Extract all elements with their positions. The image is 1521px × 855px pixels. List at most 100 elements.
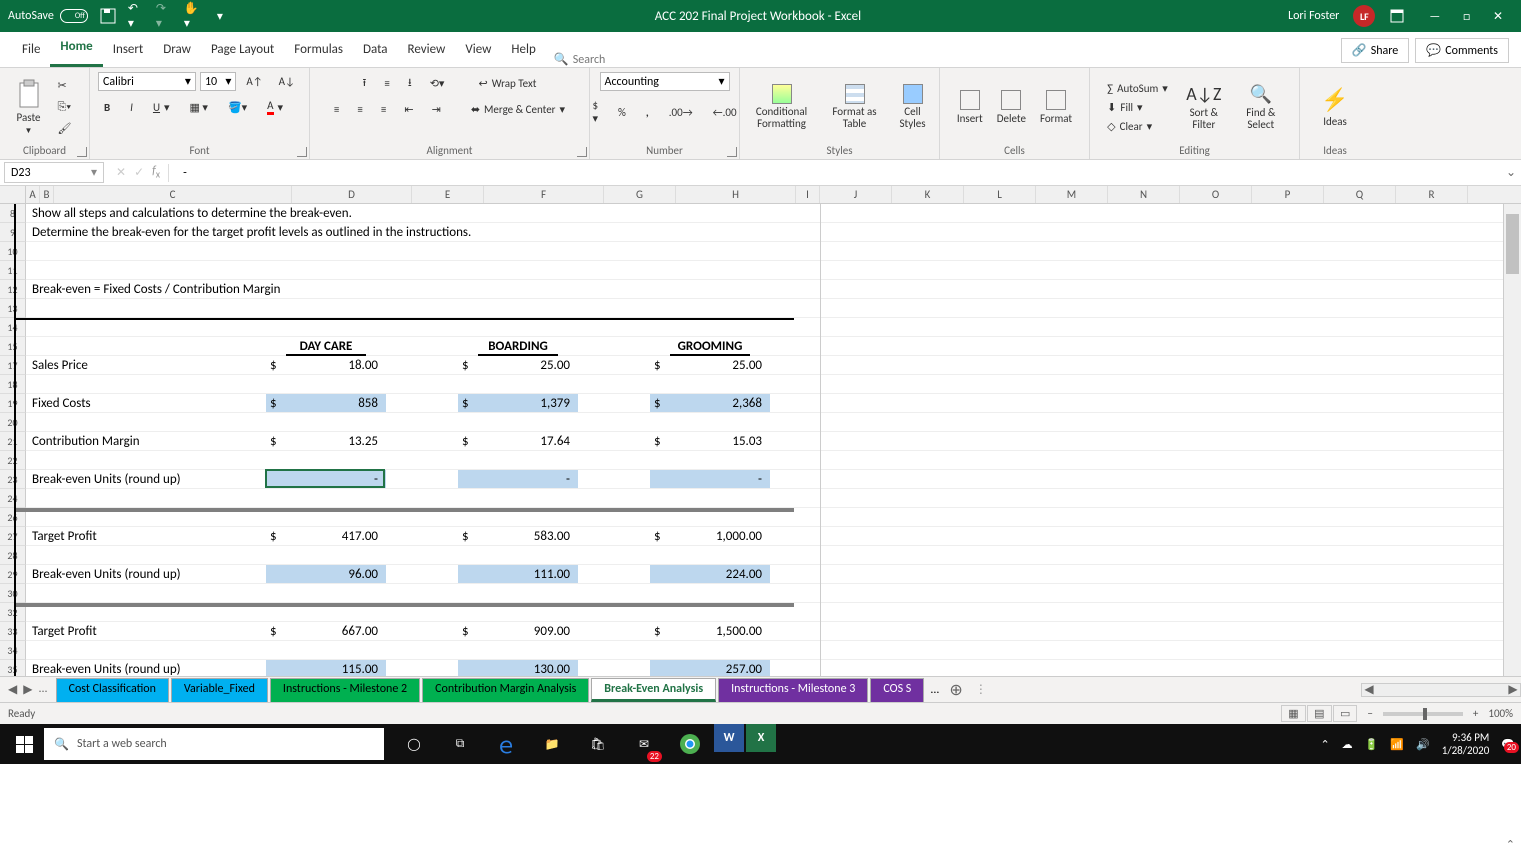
sheet-nav-more[interactable]: ... <box>38 682 47 697</box>
cell-F17[interactable]: 25.00 <box>458 358 570 373</box>
tab-review[interactable]: Review <box>398 36 456 67</box>
battery-icon[interactable]: 🔋 <box>1365 738 1379 751</box>
cell-C8[interactable]: Show all steps and calculations to deter… <box>32 206 352 221</box>
column-header-A[interactable]: A <box>26 186 40 203</box>
cell-F33[interactable]: 909.00 <box>458 624 570 639</box>
sheet-tab[interactable]: Break-Even Analysis <box>591 678 716 702</box>
cell-C17[interactable]: Sales Price <box>32 358 88 373</box>
cell-C12[interactable]: Break-even = Fixed Costs / Contribution … <box>32 282 280 297</box>
ribbon-display-icon[interactable] <box>1389 8 1405 24</box>
fx-icon[interactable]: fx <box>152 164 160 180</box>
row-header[interactable]: 27 <box>0 527 26 546</box>
cell-C27[interactable]: Target Profit <box>32 529 97 544</box>
column-header-I[interactable]: I <box>796 186 820 203</box>
cell-F21[interactable]: 17.64 <box>458 434 570 449</box>
hscroll-right[interactable]: ▶ <box>1506 682 1520 697</box>
column-header-E[interactable]: E <box>412 186 484 203</box>
decrease-indent-button[interactable]: ⇤ <box>398 101 419 118</box>
autosum-button[interactable]: ∑ AutoSum ▾ <box>1101 80 1174 97</box>
sort-filter-button[interactable]: A↓ZSort & Filter <box>1178 81 1230 133</box>
column-header-D[interactable]: D <box>292 186 412 203</box>
insert-cells-button[interactable]: Insert <box>953 88 987 127</box>
row-header[interactable]: 20 <box>0 413 26 432</box>
cell-H21[interactable]: 15.03 <box>650 434 762 449</box>
cell-C23[interactable]: Break-even Units (round up) <box>32 472 181 487</box>
column-header-H[interactable]: H <box>676 186 796 203</box>
sheet-tabs-overflow[interactable]: ... <box>926 683 943 697</box>
decrease-decimal-button[interactable]: ←.00 <box>707 97 743 127</box>
row-header[interactable]: 15 <box>0 337 26 356</box>
tab-formulas[interactable]: Formulas <box>284 36 353 67</box>
clock-date[interactable]: 1/28/2020 <box>1442 744 1490 757</box>
zoom-level[interactable]: 100% <box>1488 707 1513 720</box>
row-header[interactable]: 30 <box>0 584 26 603</box>
tray-expand-icon[interactable]: ⌃ <box>1320 738 1329 751</box>
ideas-button[interactable]: ⚡Ideas <box>1317 84 1352 130</box>
row-header[interactable]: 35 <box>0 660 26 676</box>
align-right-button[interactable]: ≡ <box>375 101 392 118</box>
horizontal-scrollbar[interactable]: ◀ ▶ <box>1361 683 1521 697</box>
close-button[interactable]: ✕ <box>1483 6 1513 28</box>
tab-file[interactable]: File <box>12 36 50 67</box>
align-top-button[interactable]: ⭱ <box>357 72 373 95</box>
cell-D17[interactable]: 18.00 <box>266 358 378 373</box>
orientation-button[interactable]: ⟲▾ <box>424 75 451 92</box>
cell-D21[interactable]: 13.25 <box>266 434 378 449</box>
cell-H29[interactable]: 224.00 <box>650 567 762 582</box>
column-header-R[interactable]: R <box>1396 186 1468 203</box>
tab-home[interactable]: Home <box>50 33 102 67</box>
underline-button[interactable]: U ▾ <box>147 99 176 116</box>
borders-button[interactable]: ▦ ▾ <box>184 99 214 116</box>
cell-C19[interactable]: Fixed Costs <box>32 396 91 411</box>
increase-indent-button[interactable]: ⇥ <box>426 101 447 118</box>
row-header[interactable]: 8 <box>0 204 26 223</box>
cancel-formula-icon[interactable]: ✕ <box>116 165 126 180</box>
decrease-font-button[interactable]: A↓ <box>273 72 301 91</box>
cell-F23[interactable]: - <box>458 472 570 487</box>
align-bottom-button[interactable]: ⭳ <box>402 72 418 95</box>
chrome-icon[interactable] <box>668 724 712 764</box>
row-header[interactable]: 9 <box>0 223 26 242</box>
hscroll-left[interactable]: ◀ <box>1362 682 1376 697</box>
cell-C33[interactable]: Target Profit <box>32 624 97 639</box>
tab-insert[interactable]: Insert <box>103 36 154 67</box>
onedrive-icon[interactable]: ☁ <box>1342 738 1353 751</box>
expand-formula-bar-button[interactable]: ⌄ <box>1501 165 1521 180</box>
bold-button[interactable]: B <box>98 99 116 116</box>
format-painter-button[interactable]: 🖌 <box>52 120 78 137</box>
row-header[interactable]: 12 <box>0 280 26 299</box>
conditional-formatting-button[interactable]: Conditional Formatting <box>743 82 821 132</box>
minimize-button[interactable]: — <box>1419 6 1450 28</box>
tab-data[interactable]: Data <box>353 36 398 67</box>
comments-button[interactable]: 💬Comments <box>1415 38 1509 63</box>
fill-color-button[interactable]: 🪣▾ <box>222 99 253 116</box>
edge-icon[interactable]: ｅ <box>484 724 528 764</box>
sheet-nav-prev[interactable]: ◀ <box>8 682 17 697</box>
row-header[interactable]: 21 <box>0 432 26 451</box>
zoom-slider[interactable] <box>1383 712 1463 716</box>
number-dialog-launcher[interactable] <box>727 147 737 157</box>
cell-H35[interactable]: 257.00 <box>650 662 762 676</box>
row-header[interactable]: 34 <box>0 641 26 660</box>
font-size-select[interactable]: 10▾ <box>200 72 236 91</box>
tell-me-search[interactable]: 🔍 Search <box>554 52 606 67</box>
tab-draw[interactable]: Draw <box>153 36 201 67</box>
sheet-tab[interactable]: Cost Classification <box>56 678 169 702</box>
cell-F35[interactable]: 130.00 <box>458 662 570 676</box>
clock-time[interactable]: 9:36 PM <box>1442 731 1490 744</box>
cell-F27[interactable]: 583.00 <box>458 529 570 544</box>
format-cells-button[interactable]: Format <box>1036 88 1076 127</box>
zoom-thumb[interactable] <box>1423 708 1427 720</box>
redo-icon[interactable]: ↷ ▾ <box>156 8 172 24</box>
cell-H33[interactable]: 1,500.00 <box>650 624 762 639</box>
cell-D35[interactable]: 115.00 <box>266 662 378 676</box>
fill-button[interactable]: ⬇ Fill ▾ <box>1101 99 1174 116</box>
percent-button[interactable]: % <box>612 97 632 127</box>
tab-view[interactable]: View <box>455 36 501 67</box>
font-name-select[interactable]: Calibri▾ <box>98 72 196 91</box>
taskbar-search[interactable]: 🔍 Start a web search <box>44 728 384 760</box>
column-header-K[interactable]: K <box>892 186 964 203</box>
tab-page-layout[interactable]: Page Layout <box>201 36 284 67</box>
row-header[interactable]: 33 <box>0 622 26 641</box>
row-header[interactable]: 23 <box>0 470 26 489</box>
